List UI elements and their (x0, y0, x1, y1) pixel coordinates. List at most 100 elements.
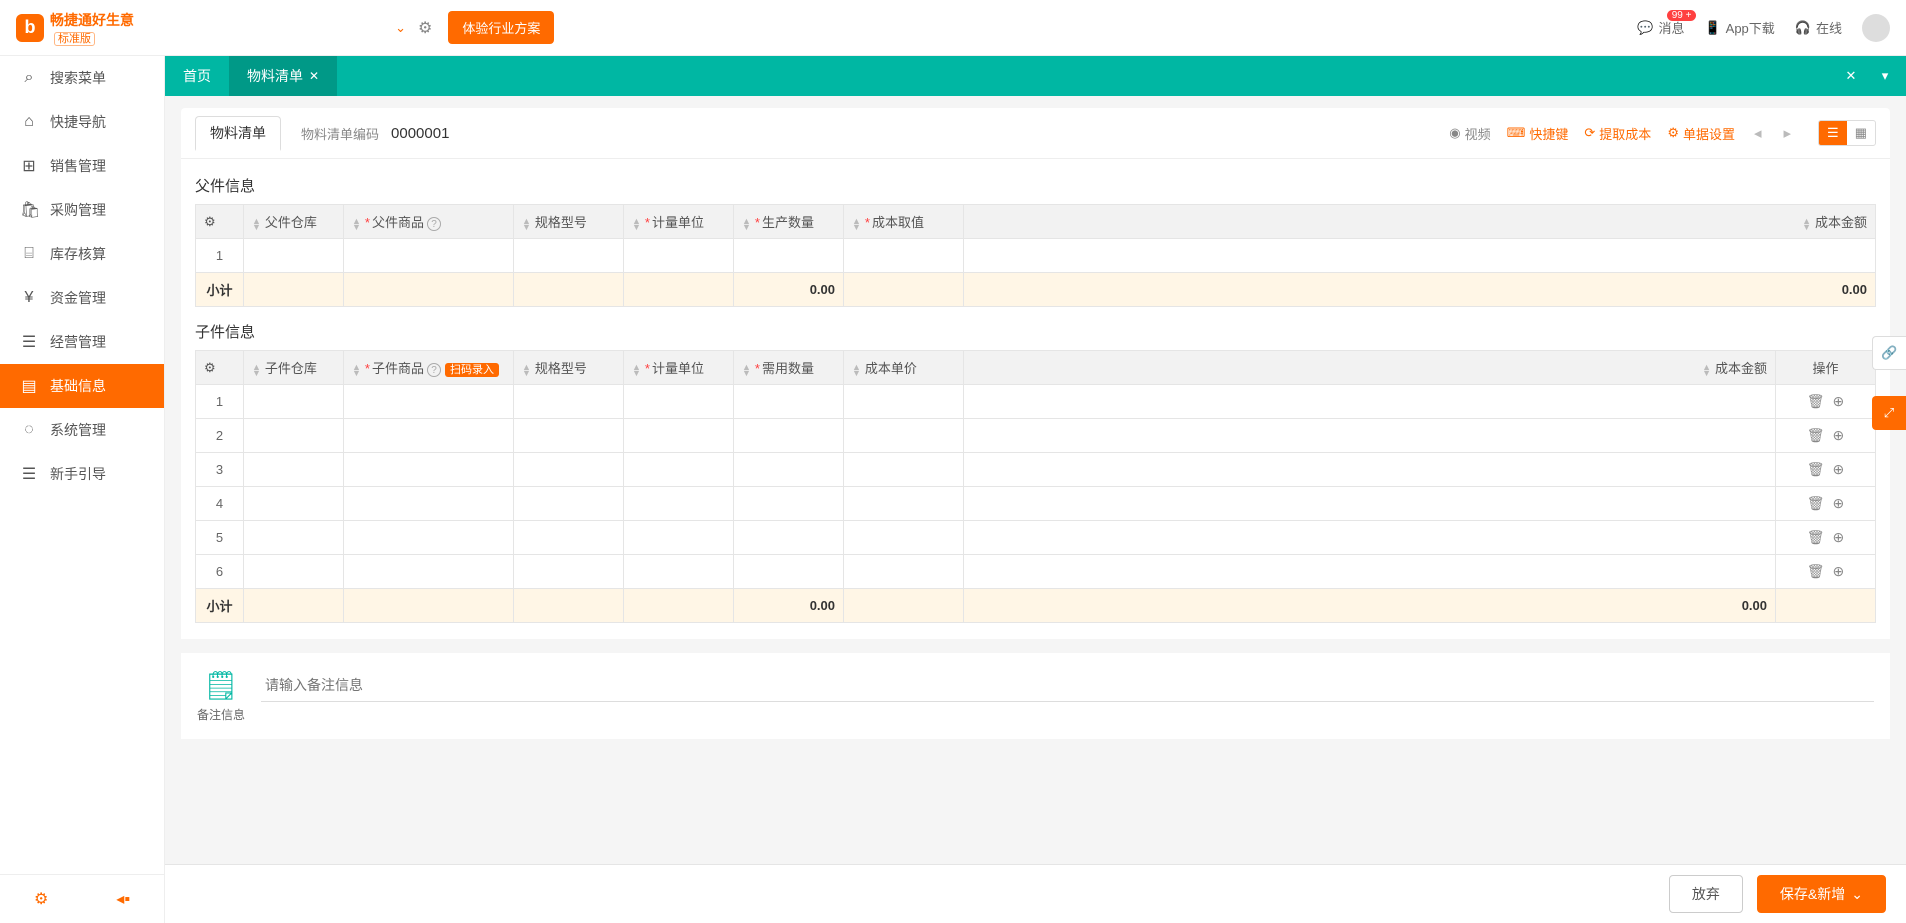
page-tab-bom[interactable]: 物料清单 (195, 116, 281, 151)
sidebar-item-0[interactable]: ⌕搜索菜单 (0, 56, 164, 100)
view-list-icon[interactable]: ☰ (1819, 121, 1847, 145)
col-parent-product[interactable]: ▲▼*父件商品? (344, 205, 514, 239)
gear-icon[interactable]: ⚙ (418, 18, 432, 38)
add-row-icon[interactable]: ⊕ (1833, 495, 1845, 511)
scan-input-tag[interactable]: 扫码录入 (445, 363, 499, 377)
sidebar-item-4[interactable]: ⌸库存核算 (0, 232, 164, 276)
child-table: ⚙ ▲▼子件仓库 ▲▼*子件商品?扫码录入 ▲▼规格型号 ▲▼*计量单位 ▲▼*… (195, 350, 1876, 623)
messages-button[interactable]: 💬 消息 99 + (1637, 18, 1684, 37)
col-child-spec[interactable]: ▲▼规格型号 (514, 351, 624, 385)
delete-row-icon[interactable]: 🗑 (1807, 393, 1825, 409)
extract-cost-link[interactable]: ⟳ 提取成本 (1584, 124, 1651, 143)
close-icon[interactable]: ✕ (309, 69, 319, 83)
prev-doc-icon[interactable]: ◂ (1751, 124, 1765, 142)
col-parent-cost-method[interactable]: ▲▼*成本取值 (844, 205, 964, 239)
sidebar-item-label: 销售管理 (50, 156, 106, 176)
gear-icon[interactable]: ⚙ (196, 351, 244, 385)
tabs-close-all-icon[interactable]: ✕ (1838, 63, 1864, 89)
sidebar-icon: ▤ (20, 376, 38, 396)
table-row[interactable]: 3🗑⊕ (196, 453, 1876, 487)
col-parent-uom[interactable]: ▲▼*计量单位 (624, 205, 734, 239)
col-parent-qty[interactable]: ▲▼*生产数量 (734, 205, 844, 239)
table-row[interactable]: 4🗑⊕ (196, 487, 1876, 521)
col-parent-spec[interactable]: ▲▼规格型号 (514, 205, 624, 239)
video-link[interactable]: ◉ 视频 (1449, 124, 1490, 143)
messages-badge: 99 + (1667, 10, 1697, 21)
sidebar-item-label: 搜索菜单 (50, 68, 106, 88)
org-name (206, 20, 210, 35)
sidebar-item-label: 采购管理 (50, 200, 106, 220)
sidebar-item-3[interactable]: 🛍 采购管理 (0, 188, 164, 232)
avatar[interactable] (1862, 14, 1890, 42)
phone-icon: 📱 (1704, 20, 1720, 36)
add-row-icon[interactable]: ⊕ (1833, 427, 1845, 443)
chat-icon: 💬 (1637, 20, 1653, 36)
sidebar: ⌕搜索菜单⌂快捷导航⊞销售管理 🛍 采购管理 ⌸库存核算¥资金管理☰经营管理▤基础信息… (0, 56, 165, 923)
cta-button[interactable]: 体验行业方案 (448, 11, 554, 44)
remark-section: 🗒 备注信息 (181, 653, 1890, 739)
sidebar-item-9[interactable]: ☰新手引导 (0, 452, 164, 496)
sidebar-item-7[interactable]: ▤基础信息 (0, 364, 164, 408)
table-row[interactable]: 1🗑⊕ (196, 385, 1876, 419)
parent-subtotal-row: 小计 0.00 0.00 (196, 273, 1876, 307)
gear-icon[interactable]: ⚙ (196, 205, 244, 239)
view-card-icon[interactable]: ▦ (1847, 121, 1875, 145)
table-row[interactable]: 1 (196, 239, 1876, 273)
sidebar-item-2[interactable]: ⊞销售管理 (0, 144, 164, 188)
col-child-cost-amount[interactable]: ▲▼成本金额 (964, 351, 1776, 385)
parent-table: ⚙ ▲▼父件仓库 ▲▼*父件商品? ▲▼规格型号 ▲▼*计量单位 ▲▼*生产数量… (195, 204, 1876, 307)
remark-input[interactable] (261, 669, 1874, 702)
col-child-need-qty[interactable]: ▲▼*需用数量 (734, 351, 844, 385)
sidebar-settings-icon[interactable]: ⚙ (34, 889, 48, 909)
add-row-icon[interactable]: ⊕ (1833, 393, 1845, 409)
chevron-down-icon: ⌄ (1851, 886, 1863, 903)
help-icon[interactable]: ? (427, 217, 441, 231)
doc-settings-link[interactable]: ⚙ 单据设置 (1667, 124, 1735, 143)
delete-row-icon[interactable]: 🗑 (1807, 563, 1825, 579)
org-selector[interactable]: ⌄ (206, 20, 406, 36)
expand-pin-icon[interactable]: ⤢ (1872, 396, 1906, 430)
next-doc-icon[interactable]: ▸ (1781, 124, 1795, 142)
sidebar-item-5[interactable]: ¥资金管理 (0, 276, 164, 320)
col-child-op: 操作 (1776, 351, 1876, 385)
top-header: b 畅捷通好生意 标准版 ⌄ ⚙ 体验行业方案 💬 消息 99 + 📱 App下… (0, 0, 1906, 56)
help-icon[interactable]: ? (427, 363, 441, 377)
sidebar-icon: ¥ (20, 289, 38, 307)
col-child-unit-cost[interactable]: ▲▼成本单价 (844, 351, 964, 385)
delete-row-icon[interactable]: 🗑 (1807, 461, 1825, 477)
discard-button[interactable]: 放弃 (1669, 875, 1743, 913)
col-child-warehouse[interactable]: ▲▼子件仓库 (244, 351, 344, 385)
table-row[interactable]: 6🗑⊕ (196, 555, 1876, 589)
headset-icon: 🎧 (1795, 20, 1811, 36)
sidebar-icon: ☰ (20, 464, 38, 484)
tab-bom[interactable]: 物料清单 ✕ (229, 56, 337, 96)
sidebar-item-1[interactable]: ⌂快捷导航 (0, 100, 164, 144)
online-support-button[interactable]: 🎧 在线 (1795, 18, 1842, 37)
col-parent-cost-amount[interactable]: ▲▼成本金额 (964, 205, 1876, 239)
sidebar-item-8[interactable]: ◌系统管理 (0, 408, 164, 452)
delete-row-icon[interactable]: 🗑 (1807, 495, 1825, 511)
app-download-button[interactable]: 📱 App下载 (1704, 18, 1774, 37)
logo[interactable]: b 畅捷通好生意 标准版 (16, 10, 166, 46)
doc-code-value: 0000001 (391, 125, 449, 142)
table-row[interactable]: 5🗑⊕ (196, 521, 1876, 555)
col-parent-warehouse[interactable]: ▲▼父件仓库 (244, 205, 344, 239)
sidebar-collapse-icon[interactable]: ◂▪ (116, 889, 130, 909)
chevron-down-icon: ⌄ (395, 20, 406, 36)
add-row-icon[interactable]: ⊕ (1833, 563, 1845, 579)
delete-row-icon[interactable]: 🗑 (1807, 427, 1825, 443)
sidebar-icon: 🛍 (20, 200, 38, 220)
add-row-icon[interactable]: ⊕ (1833, 529, 1845, 545)
sidebar-item-6[interactable]: ☰经营管理 (0, 320, 164, 364)
col-child-uom[interactable]: ▲▼*计量单位 (624, 351, 734, 385)
tabs-more-icon[interactable]: ▾ (1872, 63, 1898, 89)
shortcut-link[interactable]: ⌨ 快捷键 (1507, 124, 1569, 143)
delete-row-icon[interactable]: 🗑 (1807, 529, 1825, 545)
col-child-product[interactable]: ▲▼*子件商品?扫码录入 (344, 351, 514, 385)
page-header: 物料清单 物料清单编码 0000001 ◉ 视频 ⌨ 快捷键 ⟳ 提取成本 ⚙ … (181, 108, 1890, 159)
table-row[interactable]: 2🗑⊕ (196, 419, 1876, 453)
tab-home[interactable]: 首页 (165, 56, 229, 96)
save-new-button[interactable]: 保存&新增⌄ (1757, 875, 1886, 913)
add-row-icon[interactable]: ⊕ (1833, 461, 1845, 477)
attachment-pin-icon[interactable]: 🔗 (1872, 336, 1906, 370)
